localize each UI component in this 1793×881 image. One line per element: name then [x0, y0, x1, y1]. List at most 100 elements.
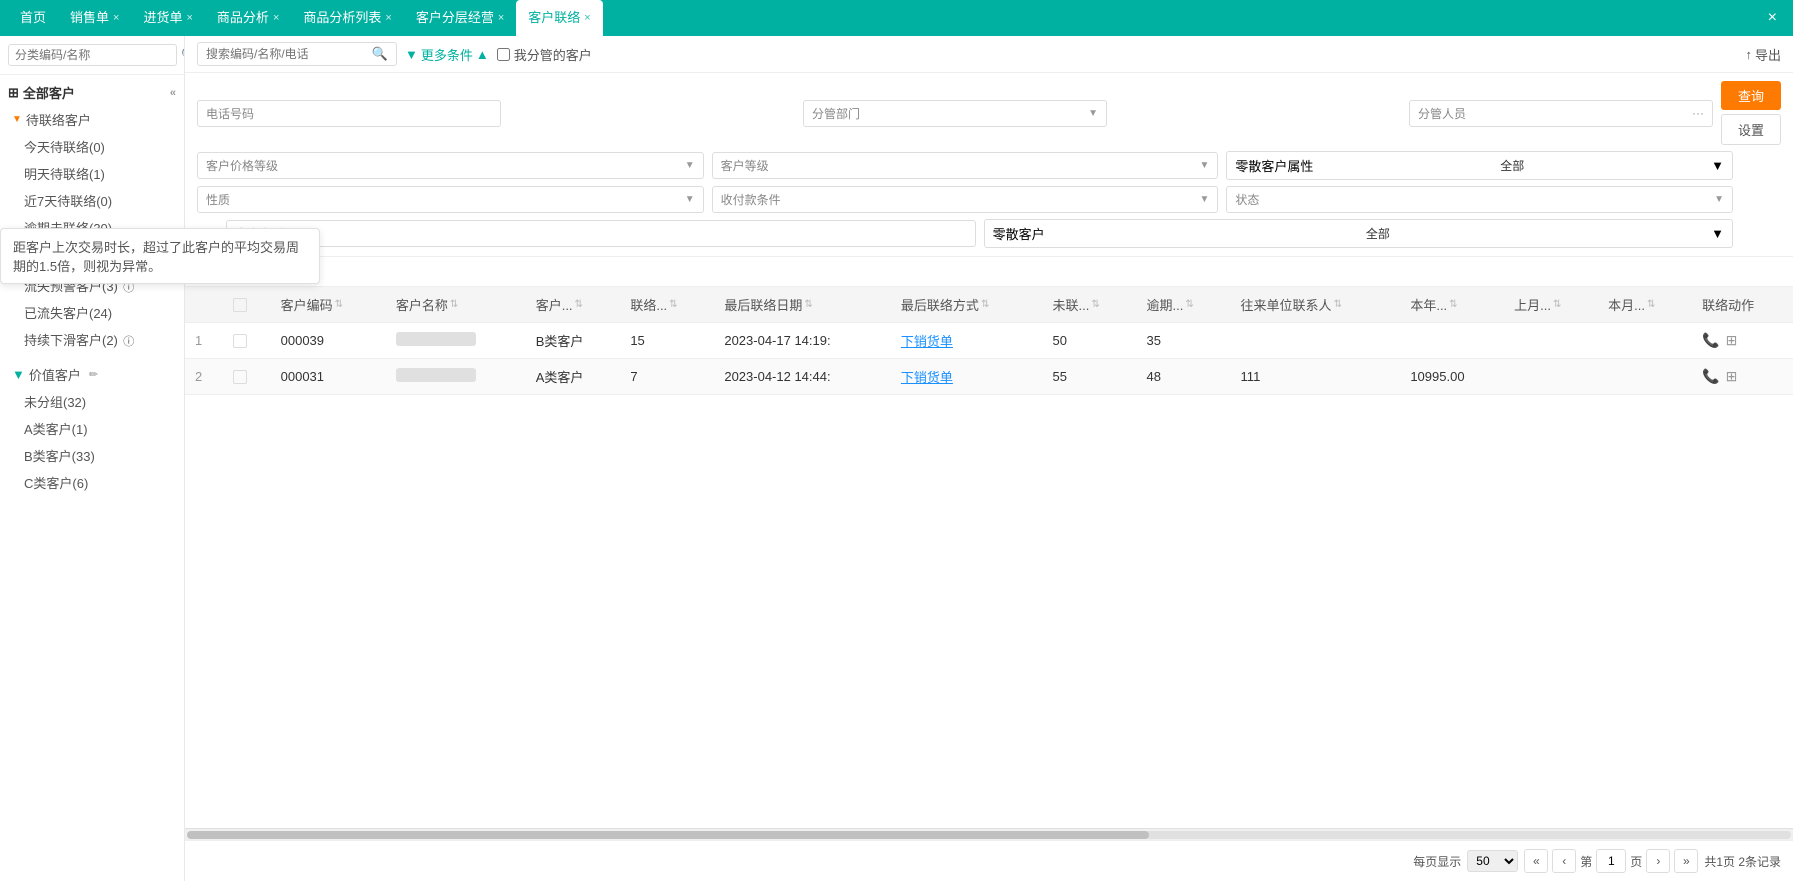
price-level-field[interactable]: 客户价格等级 ▼ [197, 152, 704, 179]
sidebar-pending-title[interactable]: ▼ 待联络客户 [0, 106, 184, 133]
row-code: 000039 [271, 323, 386, 359]
col-last-date[interactable]: 最后联络日期⇅ [714, 287, 891, 323]
row-checkbox-cell [223, 359, 271, 395]
advanced-filter: 电话号码 分管部门 ▼ 分管人员 ··· 查询 设置 [185, 73, 1793, 257]
last-page-btn[interactable]: » [1674, 849, 1698, 873]
my-customers-checkbox[interactable]: 我分管的客户 [497, 45, 592, 64]
sidebar-collapse-btn[interactable]: « [170, 87, 176, 99]
col-uncontacted[interactable]: 未联...⇅ [1043, 287, 1137, 323]
retail-customer-field[interactable]: 零散客户 全部 ▼ [984, 219, 1733, 248]
filter-row-4: ... 客户类型 零散客户 全部 ▼ [197, 219, 1781, 248]
nav-analysis[interactable]: 商品分析 × [205, 0, 291, 36]
col-contact[interactable]: 联络...⇅ [620, 287, 714, 323]
nav-home[interactable]: 首页 [8, 0, 58, 36]
prev-page-btn[interactable]: ‹ [1552, 849, 1576, 873]
main-search-icon[interactable]: 🔍 [372, 46, 388, 62]
page-navigation: « ‹ 第 页 › » [1524, 849, 1698, 873]
my-customers-check[interactable] [497, 48, 510, 61]
status-arrow: ▼ [1714, 194, 1724, 205]
header-checkbox[interactable] [233, 298, 247, 312]
sort-type-icon: ⇅ [575, 299, 583, 310]
export-button[interactable]: ↑ 导出 [1745, 45, 1781, 64]
row-checkbox[interactable] [233, 370, 247, 384]
sidebar-ungroup[interactable]: 未分组(32) [0, 388, 184, 415]
gender-field[interactable]: 性质 ▼ [197, 186, 704, 213]
nav-analysis-list[interactable]: 商品分析列表 × [291, 0, 403, 36]
col-company-contact[interactable]: 往来单位联系人⇅ [1231, 287, 1401, 323]
nav-customer-mgmt-close[interactable]: × [498, 0, 504, 36]
table-row: 2000031A类客户72023-04-12 14:44:下销货单5548111… [185, 359, 1793, 395]
sidebar-7days-pending[interactable]: 近7天待联络(0) [0, 187, 184, 214]
edit-icon[interactable]: ✏ [89, 368, 98, 381]
customer-level-field[interactable]: 客户等级 ▼ [712, 152, 1219, 179]
nav-sales[interactable]: 销售单 × [58, 0, 131, 36]
next-page-btn[interactable]: › [1646, 849, 1670, 873]
row-last-month [1504, 359, 1598, 395]
col-last-month[interactable]: 上月...⇅ [1504, 287, 1598, 323]
sidebar-class-c[interactable]: C类客户(6) [0, 469, 184, 496]
department-field[interactable]: 分管部门 ▼ [803, 100, 1107, 127]
row-last-method[interactable]: 下销货单 [891, 323, 1043, 359]
table-area: ⚙ 客户编码⇅ 客户名称⇅ 客户...⇅ 联络...⇅ 最后联络日期⇅ [185, 257, 1793, 881]
main-search-input[interactable] [206, 47, 368, 61]
action-more-icon[interactable]: ⊞ [1726, 332, 1738, 349]
horizontal-scrollbar[interactable] [185, 828, 1793, 840]
table-wrapper[interactable]: 客户编码⇅ 客户名称⇅ 客户...⇅ 联络...⇅ 最后联络日期⇅ 最后联络方式… [185, 287, 1793, 828]
scrollbar-thumb[interactable] [187, 831, 1149, 839]
col-last-method[interactable]: 最后联络方式⇅ [891, 287, 1043, 323]
nav-analysis-list-close[interactable]: × [385, 0, 391, 36]
action-phone-icon[interactable]: 📞 [1702, 368, 1719, 385]
query-button[interactable]: 查询 [1721, 81, 1781, 110]
col-overdue[interactable]: 逾期...⇅ [1137, 287, 1231, 323]
sidebar-search-input[interactable] [8, 44, 177, 66]
sidebar-lost[interactable]: 已流失客户(24) [0, 299, 184, 326]
col-name[interactable]: 客户名称⇅ [386, 287, 526, 323]
retail-attr-field[interactable]: 零散客户属性 全部 ▼ [1226, 151, 1733, 180]
manager-field[interactable]: 分管人员 ··· [1409, 100, 1713, 127]
nav-analysis-close[interactable]: × [273, 0, 279, 36]
col-type[interactable]: 客户...⇅ [526, 287, 621, 323]
customer-type-field[interactable]: 客户类型 [226, 220, 975, 247]
sidebar-all-customers[interactable]: ⊞ 全部客户 « [0, 75, 184, 106]
row-last-method[interactable]: 下销货单 [891, 359, 1043, 395]
nav-customer-contact-close[interactable]: × [584, 0, 590, 36]
col-num [185, 287, 223, 323]
nav-sales-close[interactable]: × [113, 0, 119, 36]
row-action: 📞 ⊞ [1692, 359, 1793, 395]
action-more-icon[interactable]: ⊞ [1726, 368, 1738, 385]
action-phone-icon[interactable]: 📞 [1702, 332, 1719, 349]
search-box[interactable]: 🔍 [197, 42, 397, 66]
sort-year-icon: ⇅ [1449, 299, 1457, 310]
nav-customer-mgmt[interactable]: 客户分层经营 × [404, 0, 516, 36]
sidebar-class-b[interactable]: B类客户(33) [0, 442, 184, 469]
more-filter-btn[interactable]: ▼ 更多条件 ▲ [405, 45, 489, 64]
row-checkbox[interactable] [233, 334, 247, 348]
sidebar-class-a[interactable]: A类客户(1) [0, 415, 184, 442]
tooltip-box: 距客户上次交易时长，超过了此客户的平均交易周期的1.5倍，则视为异常。 [0, 228, 184, 284]
sidebar-value-header[interactable]: ▼ 价值客户 ✏ [0, 361, 184, 388]
page-input[interactable] [1596, 849, 1626, 873]
sidebar-today-pending[interactable]: 今天待联络(0) [0, 133, 184, 160]
row-overdue: 48 [1137, 359, 1231, 395]
nav-purchase-close[interactable]: × [186, 0, 192, 36]
col-this-year[interactable]: 本年...⇅ [1400, 287, 1504, 323]
nav-customer-contact[interactable]: 客户联络 × [516, 0, 602, 36]
set-button[interactable]: 设置 [1721, 114, 1781, 145]
page-size-select[interactable]: 50 100 [1467, 850, 1518, 872]
manager-dots[interactable]: ··· [1692, 106, 1704, 120]
status-field[interactable]: 状态 ▼ [1226, 186, 1733, 213]
filter-buttons: 查询 设置 [1721, 81, 1781, 145]
window-close-button[interactable]: × [1760, 9, 1785, 27]
first-page-btn[interactable]: « [1524, 849, 1548, 873]
filter-row-1: 电话号码 分管部门 ▼ 分管人员 ··· 查询 设置 [197, 81, 1781, 145]
payment-field[interactable]: 收付款条件 ▼ [712, 186, 1219, 213]
filter-icon: ▼ [405, 47, 418, 62]
nav-purchase[interactable]: 进货单 × [131, 0, 204, 36]
col-this-month[interactable]: 本月...⇅ [1598, 287, 1692, 323]
col-code[interactable]: 客户编码⇅ [271, 287, 386, 323]
sidebar-tomorrow-pending[interactable]: 明天待联络(1) [0, 160, 184, 187]
sidebar-declining[interactable]: 持续下滑客户(2) ⓘ [0, 326, 184, 353]
phone-field[interactable]: 电话号码 [197, 100, 501, 127]
customer-level-arrow: ▼ [1199, 160, 1209, 171]
row-last-month [1504, 323, 1598, 359]
